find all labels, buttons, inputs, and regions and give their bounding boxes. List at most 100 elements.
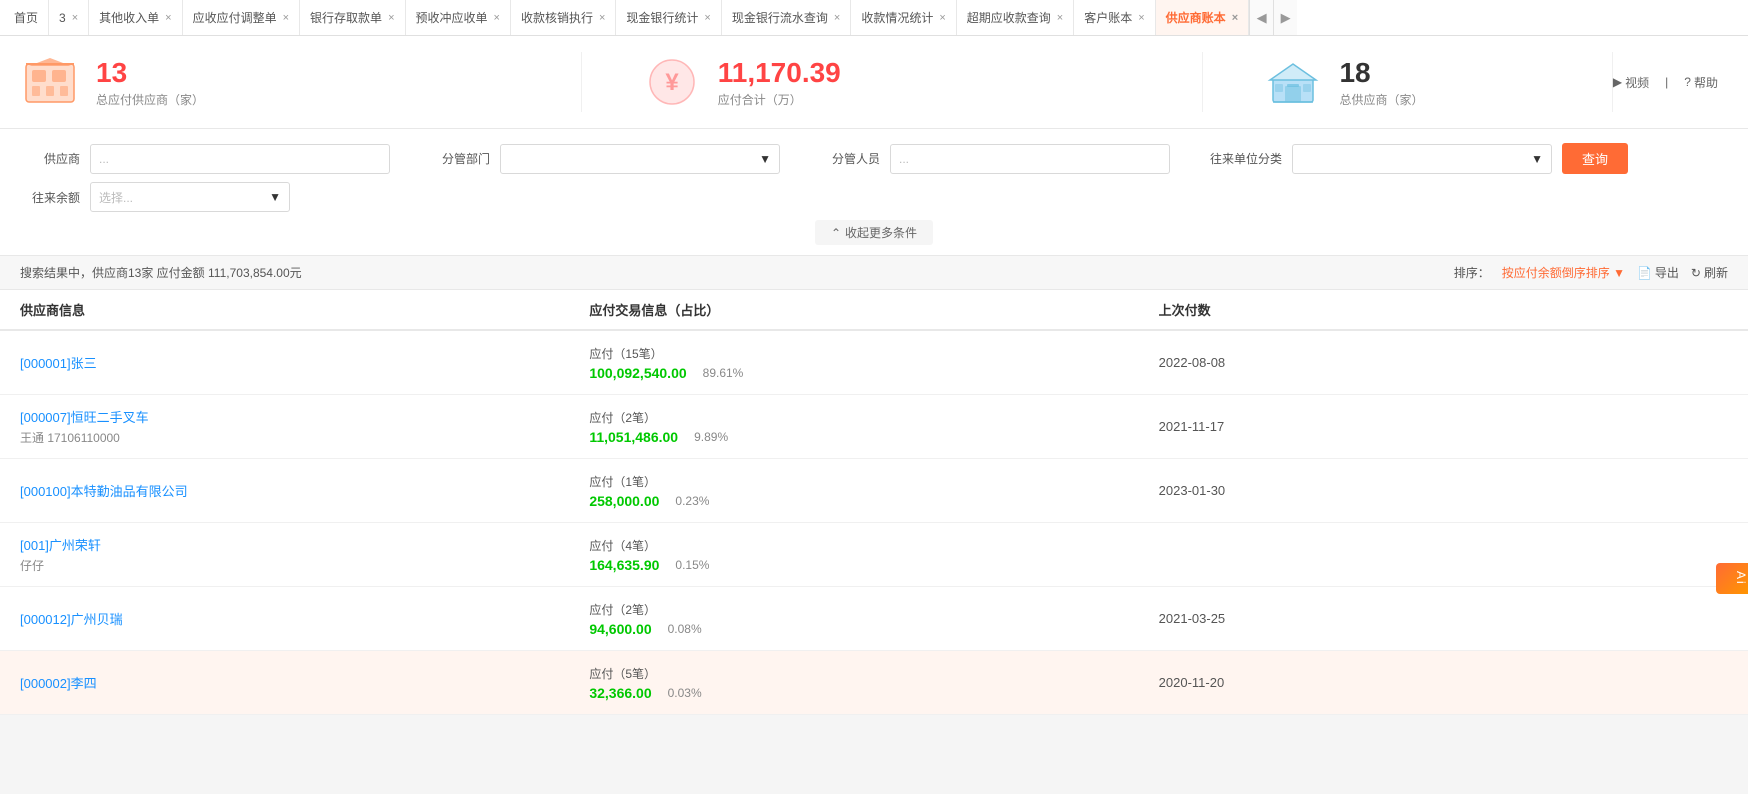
nav-tab-cash-flow[interactable]: 现金银行流水查询 × [722, 0, 851, 35]
close-icon[interactable]: × [283, 12, 289, 24]
trade-percent-5: 0.08% [668, 622, 702, 636]
result-actions: 排序： 按应付余额倒序排序 ▼ 📄 导出 ↻ 刷新 [1454, 264, 1728, 281]
stat-amount-content: 11,170.39 应付合计（万） [718, 57, 841, 108]
supplier-link-1[interactable]: [000001]张三 [20, 353, 589, 372]
nav-arrow-left[interactable]: ◀ [1249, 0, 1273, 36]
stat-total-content: 18 总供应商（家） [1339, 57, 1423, 108]
cell-date-3: 2023-01-30 [1159, 483, 1728, 498]
dept-select[interactable]: ▼ [500, 144, 780, 174]
nav-tab-adjustment[interactable]: 应收应付调整单 × [183, 0, 300, 35]
cell-trade-2: 应付（2笔） 11,051,486.00 9.89% [589, 409, 1158, 445]
export-button[interactable]: 📄 导出 [1637, 264, 1679, 281]
stat-payable-content: 13 总应付供应商（家） [96, 57, 204, 108]
table-row: [000100]本特勤油品有限公司 应付（1笔） 258,000.00 0.23… [0, 459, 1748, 523]
trade-percent-6: 0.03% [668, 686, 702, 700]
balance-placeholder: 选择... [99, 189, 133, 206]
col-header-last-payment: 上次付数 [1159, 300, 1728, 319]
divider: | [1665, 75, 1668, 89]
nav-tab-cash-bank-stat[interactable]: 现金银行统计 × [616, 0, 721, 35]
help-link[interactable]: ? 帮助 [1684, 74, 1718, 91]
close-icon[interactable]: × [1138, 12, 1144, 24]
person-placeholder: ... [899, 152, 909, 166]
help-label: 帮助 [1694, 74, 1718, 91]
nav-arrow-right[interactable]: ▶ [1273, 0, 1297, 36]
chevron-down-icon: ▼ [759, 152, 771, 166]
stat-total-label: 总供应商（家） [1339, 91, 1423, 108]
col-header-supplier: 供应商信息 [20, 300, 589, 319]
nav-tab-bank-deposit[interactable]: 银行存取款单 × [300, 0, 405, 35]
trade-amount-6[interactable]: 32,366.00 [589, 685, 651, 701]
nav-tab-other-income[interactable]: 其他收入单 × [89, 0, 182, 35]
person-input[interactable]: ... [890, 144, 1170, 174]
stat-payable-number: 13 [96, 57, 204, 89]
supplier-link-2[interactable]: [000007]恒旺二手叉车 [20, 407, 589, 426]
video-link[interactable]: ▶ 视频 [1613, 74, 1649, 91]
currency-icon: ¥ [642, 52, 702, 112]
close-icon[interactable]: × [1057, 12, 1063, 24]
query-button[interactable]: 查询 [1562, 143, 1628, 174]
close-icon[interactable]: × [494, 12, 500, 24]
supplier-link-5[interactable]: [000012]广州贝瑞 [20, 609, 589, 628]
cell-date-2: 2021-11-17 [1159, 419, 1728, 434]
trade-label-3: 应付（1笔） [589, 473, 1158, 490]
nav-tab-collection-label: 收款核销执行 [521, 9, 593, 26]
stats-bar: 13 总应付供应商（家） ¥ 11,170.39 应付合计（万） [0, 36, 1748, 129]
sort-select[interactable]: 按应付余额倒序排序 ▼ [1502, 264, 1625, 281]
trade-amount-2[interactable]: 11,051,486.00 [589, 429, 678, 445]
person-filter-label: 分管人员 [820, 150, 880, 167]
trade-row-1: 100,092,540.00 89.61% [589, 365, 1158, 381]
nav-tab-home[interactable]: 首页 [4, 0, 49, 35]
nav-tab-collection[interactable]: 收款核销执行 × [511, 0, 616, 35]
nav-tab-advance[interactable]: 预收冲应收单 × [406, 0, 511, 35]
collapse-button[interactable]: ⌃ 收起更多条件 [815, 220, 933, 245]
table-row: [000001]张三 应付（15笔） 100,092,540.00 89.61%… [0, 331, 1748, 395]
stat-amount-number: 11,170.39 [718, 57, 841, 89]
stat-total-payable-amount: ¥ 11,170.39 应付合计（万） [582, 52, 1204, 112]
cell-date-6: 2020-11-20 [1159, 675, 1728, 690]
supplier-link-6[interactable]: [000002]李四 [20, 673, 589, 692]
collapse-label: 收起更多条件 [845, 224, 917, 241]
supplier-link-4[interactable]: [001]广州荣轩 [20, 535, 589, 554]
trade-percent-3: 0.23% [675, 494, 709, 508]
close-icon[interactable]: × [388, 12, 394, 24]
balance-select[interactable]: 选择... ▼ [90, 182, 290, 212]
refresh-label: 刷新 [1704, 264, 1728, 281]
video-label: 视频 [1625, 74, 1649, 91]
export-icon: 📄 [1637, 266, 1652, 280]
stat-total-suppliers: 18 总供应商（家） [1203, 52, 1612, 112]
trade-amount-4[interactable]: 164,635.90 [589, 557, 659, 573]
close-icon[interactable]: × [1232, 12, 1238, 24]
chevron-down-icon: ▼ [1613, 266, 1625, 280]
supplier-placeholder: ... [99, 152, 109, 166]
stat-total-payable-suppliers: 13 总应付供应商（家） [20, 52, 582, 112]
close-icon[interactable]: × [599, 12, 605, 24]
close-icon[interactable]: × [72, 12, 78, 24]
cell-trade-3: 应付（1笔） 258,000.00 0.23% [589, 473, 1158, 509]
nav-tab-supplier-book[interactable]: 供应商账本 × [1156, 0, 1249, 35]
trade-row-6: 32,366.00 0.03% [589, 685, 1158, 701]
ai-assistant-badge[interactable]: Ai [1716, 563, 1748, 594]
refresh-button[interactable]: ↻ 刷新 [1691, 264, 1728, 281]
supplier-link-3[interactable]: [000100]本特勤油品有限公司 [20, 481, 589, 500]
filter-area: 供应商 ... 分管部门 ▼ 分管人员 ... 往来单位分类 ▼ 查询 往来余额… [0, 129, 1748, 256]
trade-amount-1[interactable]: 100,092,540.00 [589, 365, 686, 381]
supplier-input[interactable]: ... [90, 144, 390, 174]
trade-row-3: 258,000.00 0.23% [589, 493, 1158, 509]
nav-tab-3[interactable]: 3 × [49, 0, 89, 35]
stat-total-number: 18 [1339, 57, 1423, 89]
stat-amount-label: 应付合计（万） [718, 91, 841, 108]
nav-tab-cash-flow-label: 现金银行流水查询 [732, 9, 828, 26]
close-icon[interactable]: × [939, 12, 945, 24]
trade-amount-3[interactable]: 258,000.00 [589, 493, 659, 509]
nav-tab-customer-book[interactable]: 客户账本 × [1074, 0, 1155, 35]
close-icon[interactable]: × [165, 12, 171, 24]
nav-tab-collection-stat[interactable]: 收款情况统计 × [851, 0, 956, 35]
category-select[interactable]: ▼ [1292, 144, 1552, 174]
trade-amount-5[interactable]: 94,600.00 [589, 621, 651, 637]
close-icon[interactable]: × [704, 12, 710, 24]
nav-tab-overdue[interactable]: 超期应收款查询 × [957, 0, 1074, 35]
trade-label-4: 应付（4笔） [589, 537, 1158, 554]
close-icon[interactable]: × [834, 12, 840, 24]
col-header-trade: 应付交易信息（占比） [589, 300, 1158, 319]
svg-text:¥: ¥ [665, 69, 679, 96]
